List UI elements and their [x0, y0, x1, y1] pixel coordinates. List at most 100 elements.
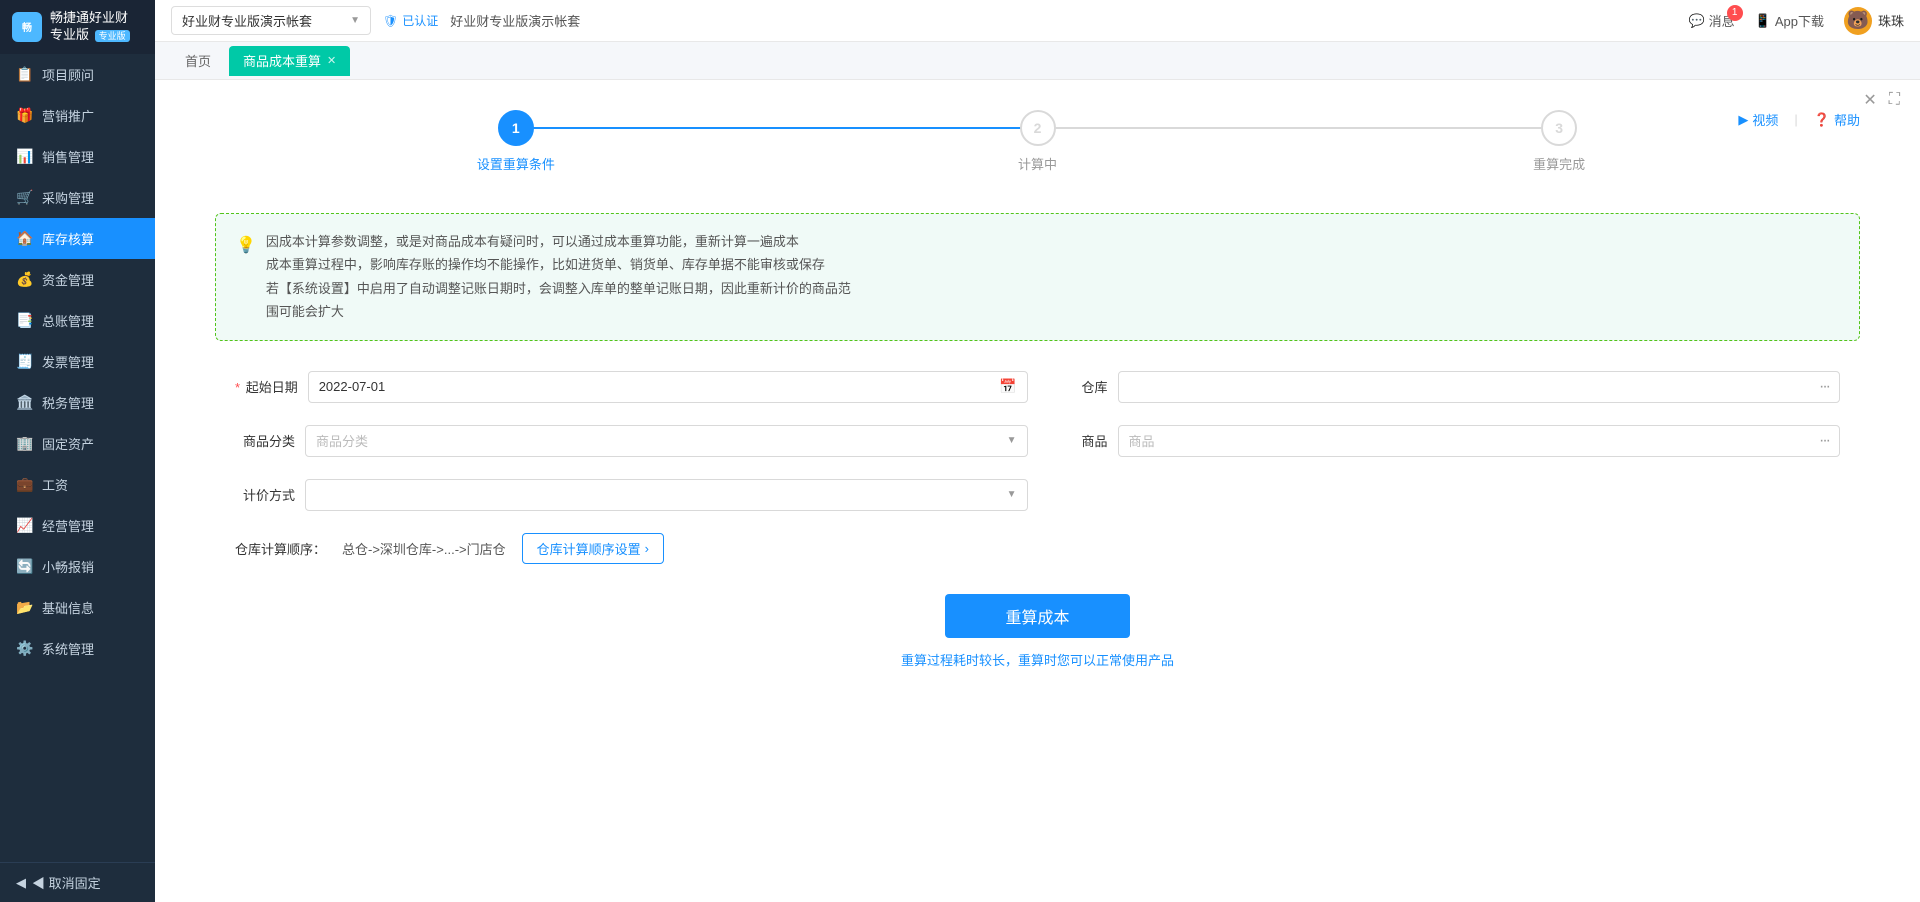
tax-icon: 🏛️: [16, 394, 34, 411]
app-logo: 畅: [12, 12, 42, 42]
sidebar-item-system[interactable]: ⚙️ 系统管理: [0, 628, 155, 669]
product-more-icon: ···: [1819, 432, 1829, 450]
required-star: *: [235, 380, 240, 395]
sidebar-nav: 📋 项目顾问 🎁 营销推广 📊 销售管理 🛒 采购管理 🏠 库存核算 💰 资金管…: [0, 54, 155, 862]
app-title: 畅捷通好业财: [50, 10, 130, 27]
logo-icon: 畅: [22, 19, 32, 34]
step-2: 2 计算中: [777, 110, 1299, 173]
sidebar-item-operations[interactable]: 📈 经营管理: [0, 505, 155, 546]
pin-icon: ◀: [16, 875, 26, 891]
step-3-label: 重算完成: [1533, 154, 1585, 173]
verified-badge: 🛡 已认证: [383, 12, 438, 29]
start-date-field: * 起始日期 2022-07-01 📅: [235, 371, 1028, 403]
sidebar-item-label: 固定资产: [42, 434, 94, 453]
tabbar: 首页 商品成本重算 ✕: [155, 42, 1920, 80]
app-subtitle: 专业版 专业版: [50, 27, 130, 44]
recalc-btn-label: 重算成本: [1005, 610, 1069, 627]
category-placeholder: 商品分类: [316, 431, 368, 450]
avatar: 🐻: [1844, 7, 1872, 35]
sidebar-item-accounting[interactable]: 📑 总账管理: [0, 300, 155, 341]
account-name: 好业财专业版演示帐套: [182, 11, 312, 30]
sidebar-item-label: 销售管理: [42, 147, 94, 166]
user-profile[interactable]: 🐻 珠珠: [1844, 7, 1904, 35]
sidebar-item-purchase[interactable]: 🛒 采购管理: [0, 177, 155, 218]
recalc-button[interactable]: 重算成本: [945, 594, 1129, 638]
sidebar-item-label: 项目顾问: [42, 65, 94, 84]
sidebar-item-label: 营销推广: [42, 106, 94, 125]
expand-window-button[interactable]: ⛶: [1889, 91, 1900, 109]
warehouse-label: 仓库: [1048, 377, 1108, 396]
message-button[interactable]: 💬 消息 1: [1688, 11, 1734, 30]
notice-line-4: 围可能会扩大: [266, 300, 851, 323]
topbar: 好业财专业版演示帐套 ▼ 🛡 已认证 好业财专业版演示帐套 💬 消息 1 📱 A…: [155, 0, 1920, 42]
product-input[interactable]: 商品 ···: [1118, 425, 1841, 457]
calc-order-row: 仓库计算顺序： 总仓->深圳仓库->...->门店仓 仓库计算顺序设置 ›: [195, 533, 1880, 564]
sidebar-item-invoice[interactable]: 🧾 发票管理: [0, 341, 155, 382]
notification-badge: 1: [1727, 5, 1743, 21]
start-date-label: * 起始日期: [235, 377, 298, 396]
sidebar-item-expense[interactable]: 🔄 小畅报销: [0, 546, 155, 587]
notice-line-1: 因成本计算参数调整，或是对商品成本有疑问时，可以通过成本重算功能，重新计算一遍成…: [266, 230, 851, 253]
sidebar-item-salary[interactable]: 💼 工资: [0, 464, 155, 505]
marketing-icon: 🎁: [16, 107, 34, 124]
sidebar-item-tax[interactable]: 🏛️ 税务管理: [0, 382, 155, 423]
sidebar-item-inventory[interactable]: 🏠 库存核算: [0, 218, 155, 259]
sidebar-item-label: 发票管理: [42, 352, 94, 371]
start-date-value: 2022-07-01: [319, 379, 386, 394]
tab-close-icon[interactable]: ✕: [327, 54, 336, 67]
step-1-circle: 1: [498, 110, 534, 146]
sidebar-item-label: 税务管理: [42, 393, 94, 412]
window-controls: ✕ ⛶: [1863, 90, 1900, 110]
sidebar-header: 畅 畅捷通好业财 专业版 专业版: [0, 0, 155, 54]
warning-icon: 💡: [236, 232, 256, 324]
start-date-input[interactable]: 2022-07-01 📅: [308, 371, 1028, 403]
form-row-3: 计价方式 ▼: [235, 479, 1840, 511]
step-1: 1 设置重算条件: [255, 110, 777, 173]
sidebar-item-project[interactable]: 📋 项目顾问: [0, 54, 155, 95]
form-section: * 起始日期 2022-07-01 📅 仓库 ···: [195, 371, 1880, 511]
sidebar-item-finance[interactable]: 💰 资金管理: [0, 259, 155, 300]
sidebar-item-label: 库存核算: [42, 229, 94, 248]
notice-line-3: 若【系统设置】中启用了自动调整记账日期时，会调整入库单的整单记账日期，因此重新计…: [266, 277, 851, 300]
calc-order-label: 仓库计算顺序：: [235, 539, 326, 558]
sidebar-item-sales[interactable]: 📊 销售管理: [0, 136, 155, 177]
sidebar-item-marketing[interactable]: 🎁 营销推广: [0, 95, 155, 136]
recalc-note: 重算过程耗时较长，重算时您可以正常使用产品: [901, 650, 1174, 669]
sidebar-item-label: 资金管理: [42, 270, 94, 289]
calc-order-btn-label: 仓库计算顺序设置: [537, 539, 641, 558]
category-input[interactable]: 商品分类 ▼: [305, 425, 1028, 457]
calc-order-settings-button[interactable]: 仓库计算顺序设置 ›: [522, 533, 664, 564]
accounting-icon: 📑: [16, 312, 34, 329]
topbar-right: 💬 消息 1 📱 App下载 🐻 珠珠: [1688, 7, 1904, 35]
sidebar-item-label: 总账管理: [42, 311, 94, 330]
product-placeholder: 商品: [1129, 431, 1155, 450]
tab-recalc[interactable]: 商品成本重算 ✕: [229, 46, 350, 76]
calendar-icon: 📅: [999, 378, 1016, 395]
sidebar-item-assets[interactable]: 🏢 固定资产: [0, 423, 155, 464]
warehouse-input[interactable]: ···: [1118, 371, 1841, 403]
pricing-input[interactable]: ▼: [305, 479, 1028, 511]
message-icon: 💬: [1688, 13, 1704, 29]
form-row-2: 商品分类 商品分类 ▼ 商品 商品 ···: [235, 425, 1840, 457]
close-window-button[interactable]: ✕: [1863, 90, 1876, 110]
pin-label: ◀ 取消固定: [32, 873, 101, 892]
category-field: 商品分类 商品分类 ▼: [235, 425, 1028, 457]
steps-indicator: 1 设置重算条件 2 计算中 3 重算完成: [195, 110, 1880, 173]
sidebar-item-label: 工资: [42, 475, 68, 494]
tab-home-label: 首页: [185, 51, 211, 70]
step-3-circle: 3: [1541, 110, 1577, 146]
assets-icon: 🏢: [16, 435, 34, 452]
calc-order-value: 总仓->深圳仓库->...->门店仓: [342, 539, 506, 558]
account-arrow-icon: ▼: [350, 15, 360, 26]
pricing-arrow-icon: ▼: [1007, 489, 1017, 500]
app-download-button[interactable]: 📱 App下载: [1755, 11, 1824, 30]
tab-home[interactable]: 首页: [171, 46, 225, 76]
salary-icon: 💼: [16, 476, 34, 493]
sidebar-item-label: 基础信息: [42, 598, 94, 617]
sidebar-pin-toggle[interactable]: ◀ ◀ 取消固定: [0, 862, 155, 902]
project-icon: 📋: [16, 66, 34, 83]
verified-account-name: 好业财专业版演示帐套: [450, 11, 580, 30]
sidebar-item-basic[interactable]: 📂 基础信息: [0, 587, 155, 628]
account-selector[interactable]: 好业财专业版演示帐套 ▼: [171, 6, 371, 35]
operations-icon: 📈: [16, 517, 34, 534]
